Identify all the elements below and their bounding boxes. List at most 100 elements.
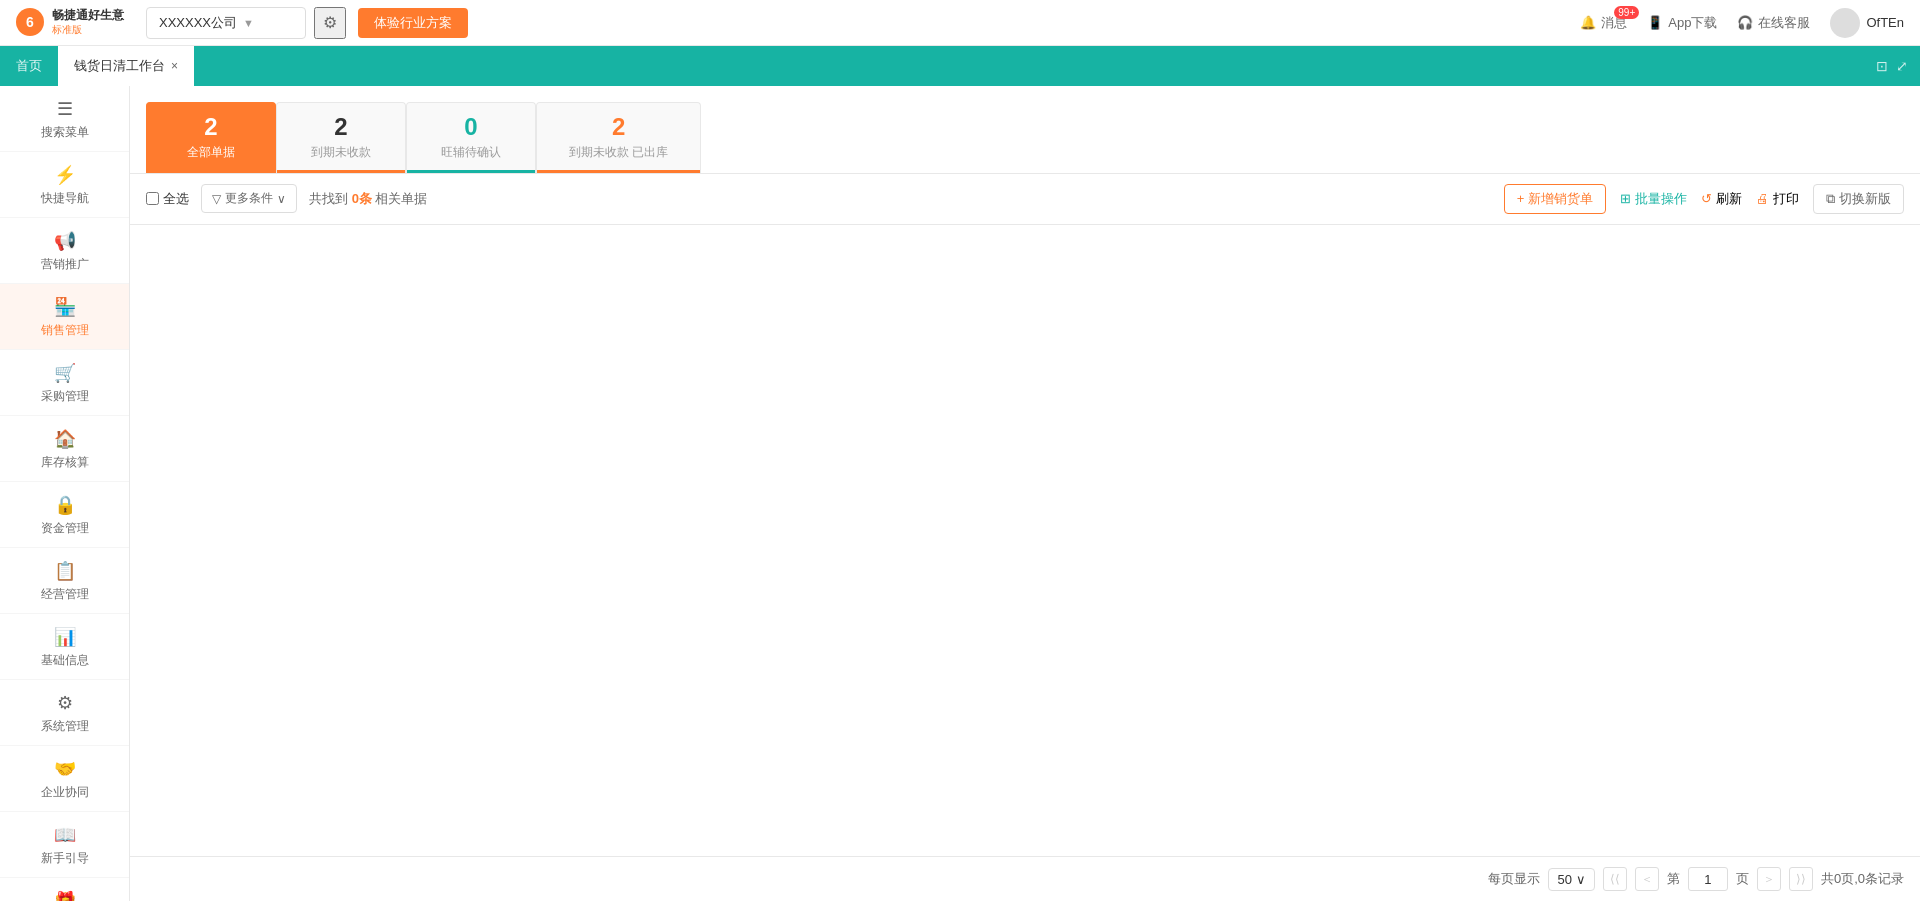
download-icon: 📱 <box>1647 15 1663 30</box>
app-download-label: App下载 <box>1668 14 1717 32</box>
stat-overdue-number: 2 <box>334 113 347 142</box>
chevron-down-icon: ▼ <box>243 17 254 29</box>
operations-icon: 📋 <box>54 560 76 582</box>
filter-label: 更多条件 <box>225 190 273 207</box>
sidebar-item-app-center[interactable]: 🎁 应用中心 <box>0 878 129 901</box>
top-header: 6 畅捷通好生意 标准版 XXXXXX公司 ▼ ⚙ 体验行业方案 🔔 消息 99… <box>0 0 1920 46</box>
logo-sub: 标准版 <box>52 23 124 37</box>
print-label: 打印 <box>1773 190 1799 208</box>
stat-shipped-number: 2 <box>612 113 625 142</box>
sidebar-item-purchase[interactable]: 🛒 采购管理 <box>0 350 129 416</box>
username: OfTEn <box>1866 15 1904 30</box>
sidebar: ☰ 搜索菜单 ⚡ 快捷导航 📢 营销推广 🏪 销售管理 🛒 采购管理 🏠 库存核… <box>0 86 130 901</box>
toolbar-right: + 新增销货单 ⊞ 批量操作 ↺ 刷新 🖨 打印 ⧉ 切换新版 <box>1504 184 1904 214</box>
app-download-btn[interactable]: 📱 App下载 <box>1647 14 1717 32</box>
tab-expand-icon[interactable]: ⤢ <box>1896 58 1908 74</box>
newbie-icon: 📖 <box>54 824 76 846</box>
headset-icon: 🎧 <box>1737 15 1753 30</box>
active-tab-label: 钱货日清工作台 <box>74 57 165 75</box>
sidebar-label-system: 系统管理 <box>41 718 89 735</box>
basic-info-icon: 📊 <box>54 626 76 648</box>
online-service-btn[interactable]: 🎧 在线客服 <box>1737 14 1810 32</box>
found-text: 共找到 0条 相关单据 <box>309 190 427 208</box>
online-service-label: 在线客服 <box>1758 14 1810 32</box>
pagination: 每页显示 50 ∨ ⟨⟨ ＜ 第 页 ＞ ⟩⟩ 共0页,0条记录 <box>130 856 1920 901</box>
sidebar-item-inventory[interactable]: 🏠 库存核算 <box>0 416 129 482</box>
avatar <box>1830 8 1860 38</box>
inventory-icon: 🏠 <box>54 428 76 450</box>
select-all-checkbox[interactable]: 全选 <box>146 190 189 208</box>
stat-wangpu-label: 旺辅待确认 <box>441 144 501 161</box>
switch-label: 切换新版 <box>1839 190 1891 208</box>
sidebar-label-newbie: 新手引导 <box>41 850 89 867</box>
stat-tab-overdue[interactable]: 2 到期未收款 <box>276 102 406 173</box>
stat-all-number: 2 <box>204 113 217 142</box>
refresh-label: 刷新 <box>1716 190 1742 208</box>
system-icon: ⚙ <box>57 692 73 714</box>
sidebar-item-system[interactable]: ⚙ 系统管理 <box>0 680 129 746</box>
total-label: 共0页,0条记录 <box>1821 870 1904 888</box>
logo-area: 6 畅捷通好生意 标准版 <box>16 8 146 36</box>
tab-qianhuoriqing[interactable]: 钱货日清工作台 × <box>58 46 194 86</box>
sidebar-label-sales: 销售管理 <box>41 322 89 339</box>
page-prev-btn[interactable]: ＜ <box>1635 867 1659 891</box>
company-selector[interactable]: XXXXXX公司 ▼ <box>146 7 306 39</box>
header-right: 🔔 消息 99+ 📱 App下载 🎧 在线客服 OfTEn <box>1580 8 1904 38</box>
per-page-label: 每页显示 <box>1488 870 1540 888</box>
page-first-btn[interactable]: ⟨⟨ <box>1603 867 1627 891</box>
sales-icon: 🏪 <box>54 296 76 318</box>
tab-restore-icon[interactable]: ⊡ <box>1876 58 1888 74</box>
sidebar-label-basic-info: 基础信息 <box>41 652 89 669</box>
select-all-input[interactable] <box>146 192 159 205</box>
batch-ops-btn[interactable]: ⊞ 批量操作 <box>1620 190 1687 208</box>
logo-icon: 6 <box>16 8 44 36</box>
filter-icon: ▽ <box>212 192 221 206</box>
sidebar-item-operations[interactable]: 📋 经营管理 <box>0 548 129 614</box>
sidebar-item-search[interactable]: ☰ 搜索菜单 <box>0 86 129 152</box>
sidebar-item-finance[interactable]: 🔒 资金管理 <box>0 482 129 548</box>
stat-tab-wangpu[interactable]: 0 旺辅待确认 <box>406 102 536 173</box>
sidebar-item-newbie[interactable]: 📖 新手引导 <box>0 812 129 878</box>
sidebar-label-operations: 经营管理 <box>41 586 89 603</box>
stat-tab-all[interactable]: 2 全部单据 <box>146 102 276 173</box>
toolbar: 全选 ▽ 更多条件 ∨ 共找到 0条 相关单据 + 新增销货单 ⊞ 批量操作 ↺ <box>130 174 1920 225</box>
stat-shipped-label: 到期未收款 已出库 <box>569 144 668 161</box>
stat-tab-shipped[interactable]: 2 到期未收款 已出库 <box>536 102 701 173</box>
settings-icon-btn[interactable]: ⚙ <box>314 7 346 39</box>
page-input[interactable] <box>1688 867 1728 891</box>
print-btn[interactable]: 🖨 打印 <box>1756 190 1799 208</box>
found-count: 0条 <box>352 191 372 206</box>
page-next-btn[interactable]: ＞ <box>1757 867 1781 891</box>
logo-text: 畅捷通好生意 标准版 <box>52 8 124 36</box>
avatar-area[interactable]: OfTEn <box>1830 8 1904 38</box>
marketing-icon: 📢 <box>54 230 76 252</box>
new-order-btn[interactable]: + 新增销货单 <box>1504 184 1606 214</box>
tab-home[interactable]: 首页 <box>0 46 58 86</box>
messages-btn[interactable]: 🔔 消息 99+ <box>1580 14 1627 32</box>
per-page-select[interactable]: 50 ∨ <box>1548 868 1594 891</box>
stats-tabs: 2 全部单据 2 到期未收款 0 旺辅待确认 2 到期未收款 已出库 <box>130 86 1920 174</box>
tab-bar: 首页 钱货日清工作台 × ⊡ ⤢ <box>0 46 1920 86</box>
experience-btn[interactable]: 体验行业方案 <box>358 8 468 38</box>
sidebar-item-marketing[interactable]: 📢 营销推广 <box>0 218 129 284</box>
tab-close-icon[interactable]: × <box>171 59 178 73</box>
refresh-btn[interactable]: ↺ 刷新 <box>1701 190 1742 208</box>
stat-all-label: 全部单据 <box>187 144 235 161</box>
sidebar-item-quicknav[interactable]: ⚡ 快捷导航 <box>0 152 129 218</box>
switch-version-btn[interactable]: ⧉ 切换新版 <box>1813 184 1904 214</box>
filter-btn[interactable]: ▽ 更多条件 ∨ <box>201 184 297 213</box>
sidebar-item-enterprise-collab[interactable]: 🤝 企业协同 <box>0 746 129 812</box>
sidebar-item-sales[interactable]: 🏪 销售管理 <box>0 284 129 350</box>
table-area <box>130 225 1920 856</box>
found-prefix: 共找到 <box>309 191 348 206</box>
content-area: 2 全部单据 2 到期未收款 0 旺辅待确认 2 到期未收款 已出库 <box>130 86 1920 901</box>
page-last-btn[interactable]: ⟩⟩ <box>1789 867 1813 891</box>
search-menu-icon: ☰ <box>57 98 73 120</box>
sidebar-label-quicknav: 快捷导航 <box>41 190 89 207</box>
refresh-icon: ↺ <box>1701 191 1712 206</box>
home-tab-label: 首页 <box>16 57 42 75</box>
sidebar-item-basic-info[interactable]: 📊 基础信息 <box>0 614 129 680</box>
finance-icon: 🔒 <box>54 494 76 516</box>
page-suffix: 页 <box>1736 870 1749 888</box>
found-suffix: 相关单据 <box>375 191 427 206</box>
